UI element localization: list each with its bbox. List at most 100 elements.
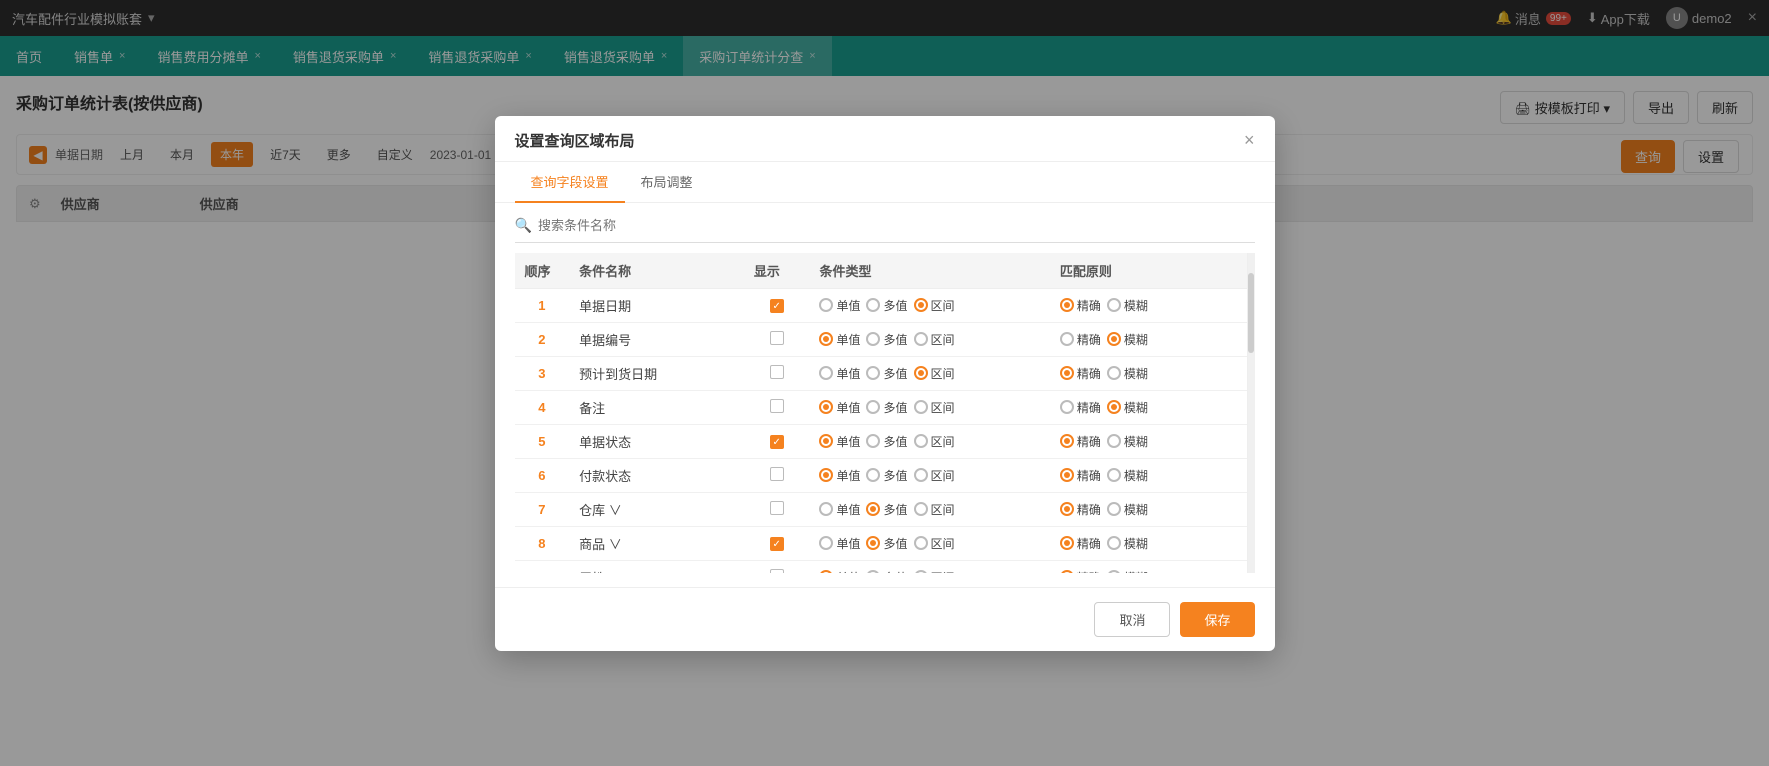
radio-circle-8 [914,570,928,573]
radio-type-多值-2[interactable]: 多值 [866,365,907,382]
radio-label-3: 单值 [836,399,860,416]
radio-match-模糊-3[interactable]: 模糊 [1107,399,1148,416]
radio-match-模糊-8[interactable]: 模糊 [1107,569,1148,573]
radio-match-模糊-2[interactable]: 模糊 [1107,365,1148,382]
radio-match-精确-7[interactable]: 精确 [1060,535,1101,552]
table-row-name-0: 单据日期 [569,288,744,322]
radio-type-单值-6[interactable]: 单值 [819,501,860,518]
radio-type-单值-0[interactable]: 单值 [819,297,860,314]
table-row-name-2: 预计到货日期 [569,356,744,390]
radio-match-精确-0[interactable]: 精确 [1060,297,1101,314]
radio-type-区间-8[interactable]: 区间 [914,569,955,573]
radio-type-多值-8[interactable]: 多值 [866,569,907,573]
checkbox-0[interactable]: ✓ [770,299,784,313]
radio-circle-1 [866,332,880,346]
radio-match-精确-3[interactable]: 精确 [1060,399,1101,416]
table-row-name-1: 单据编号 [569,322,744,356]
scrollbar[interactable] [1247,253,1255,573]
checkbox-7[interactable]: ✓ [770,537,784,551]
radio-match-精确-5[interactable]: 精确 [1060,467,1101,484]
radio-label-2: 单值 [836,365,860,382]
radio-match-模糊-6[interactable]: 模糊 [1107,501,1148,518]
radio-type-单值-2[interactable]: 单值 [819,365,860,382]
checkbox-5[interactable] [770,467,784,481]
radio-match-精确-8[interactable]: 精确 [1060,569,1101,573]
radio-type-多值-5[interactable]: 多值 [866,467,907,484]
scrollbar-thumb[interactable] [1248,273,1254,353]
radio-match-label-3: 模糊 [1124,399,1148,416]
radio-circle-3 [866,400,880,414]
radio-type-单值-8[interactable]: 单值 [819,569,860,573]
table-row-order-5: 6 [515,458,570,492]
table-row-display-1[interactable] [744,322,810,356]
radio-match-circle-4 [1107,434,1121,448]
radio-circle-3 [819,400,833,414]
radio-match-label-4: 精确 [1077,433,1101,450]
radio-match-circle-6 [1060,502,1074,516]
radio-type-区间-1[interactable]: 区间 [914,331,955,348]
radio-match-模糊-5[interactable]: 模糊 [1107,467,1148,484]
radio-type-区间-7[interactable]: 区间 [914,535,955,552]
dialog-close-button[interactable]: × [1244,131,1255,149]
table-row-display-4[interactable]: ✓ [744,424,810,458]
radio-type-单值-7[interactable]: 单值 [819,535,860,552]
table-row-name-4: 单据状态 [569,424,744,458]
radio-match-模糊-0[interactable]: 模糊 [1107,297,1148,314]
radio-circle-2 [866,366,880,380]
cancel-button[interactable]: 取消 [1094,602,1170,637]
radio-type-多值-1[interactable]: 多值 [866,331,907,348]
radio-label-5: 多值 [883,467,907,484]
table-row-display-7[interactable]: ✓ [744,526,810,560]
radio-match-circle-2 [1060,366,1074,380]
checkbox-8[interactable] [770,569,784,573]
radio-match-模糊-7[interactable]: 模糊 [1107,535,1148,552]
radio-type-区间-3[interactable]: 区间 [914,399,955,416]
dialog-tab-0[interactable]: 查询字段设置 [515,162,625,203]
radio-type-单值-1[interactable]: 单值 [819,331,860,348]
table-row-display-0[interactable]: ✓ [744,288,810,322]
save-button[interactable]: 保存 [1180,602,1254,637]
radio-match-精确-1[interactable]: 精确 [1060,331,1101,348]
radio-match-label-0: 精确 [1077,297,1101,314]
radio-match-精确-6[interactable]: 精确 [1060,501,1101,518]
radio-type-单值-3[interactable]: 单值 [819,399,860,416]
table-row-display-2[interactable] [744,356,810,390]
radio-label-4: 单值 [836,433,860,450]
radio-type-多值-4[interactable]: 多值 [866,433,907,450]
table-row-display-6[interactable] [744,492,810,526]
checkbox-3[interactable] [770,399,784,413]
radio-match-模糊-1[interactable]: 模糊 [1107,331,1148,348]
radio-match-label-6: 模糊 [1124,501,1148,518]
radio-match-label-6: 精确 [1077,501,1101,518]
radio-type-多值-7[interactable]: 多值 [866,535,907,552]
table-row-display-5[interactable] [744,458,810,492]
radio-circle-3 [914,400,928,414]
table-row-display-8[interactable] [744,560,810,573]
radio-type-区间-5[interactable]: 区间 [914,467,955,484]
table-row-match-0: 精确模糊 [1050,288,1247,322]
checkbox-2[interactable] [770,365,784,379]
table-row-order-0: 1 [515,288,570,322]
radio-type-多值-0[interactable]: 多值 [866,297,907,314]
radio-label-8: 区间 [931,569,955,573]
table-row-display-3[interactable] [744,390,810,424]
dialog-tab-1[interactable]: 布局调整 [625,162,709,203]
radio-type-多值-3[interactable]: 多值 [866,399,907,416]
radio-type-区间-6[interactable]: 区间 [914,501,955,518]
table-row-order-4: 5 [515,424,570,458]
checkbox-4[interactable]: ✓ [770,435,784,449]
checkbox-6[interactable] [770,501,784,515]
radio-type-单值-5[interactable]: 单值 [819,467,860,484]
dialog: 设置查询区域布局 × 查询字段设置 布局调整 🔍 [495,116,1275,651]
radio-match-精确-4[interactable]: 精确 [1060,433,1101,450]
search-input[interactable] [532,218,732,233]
radio-type-多值-6[interactable]: 多值 [866,501,907,518]
radio-type-单值-4[interactable]: 单值 [819,433,860,450]
radio-match-模糊-4[interactable]: 模糊 [1107,433,1148,450]
radio-match-精确-2[interactable]: 精确 [1060,365,1101,382]
radio-type-区间-4[interactable]: 区间 [914,433,955,450]
radio-type-区间-2[interactable]: 区间 [914,365,955,382]
radio-match-circle-3 [1060,400,1074,414]
checkbox-1[interactable] [770,331,784,345]
radio-type-区间-0[interactable]: 区间 [914,297,955,314]
